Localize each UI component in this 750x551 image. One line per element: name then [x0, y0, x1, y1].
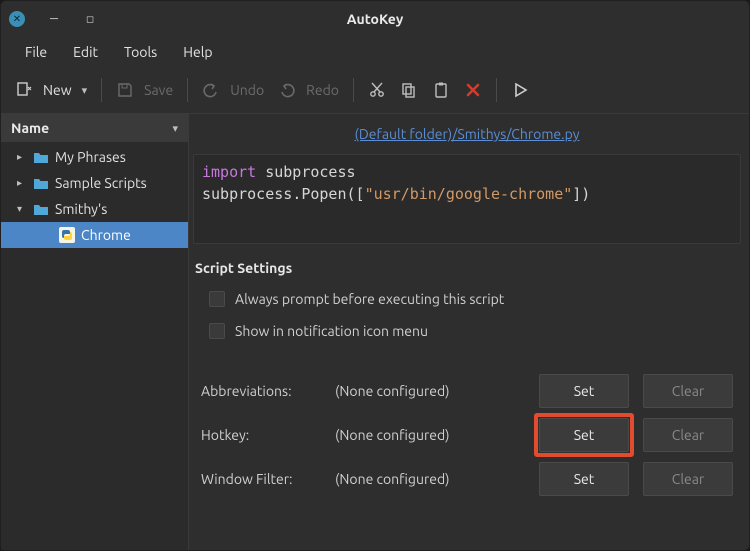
breadcrumb: (Default folder)/Smithys/Chrome.py	[193, 122, 741, 148]
disclosure-icon: ▸	[17, 151, 27, 163]
chevron-down-icon: ▾	[82, 84, 88, 97]
save-label: Save	[144, 82, 173, 98]
tree-label: Chrome	[81, 227, 131, 243]
save-icon	[116, 81, 134, 99]
menu-file[interactable]: File	[15, 40, 57, 64]
paste-button[interactable]	[432, 81, 450, 99]
sidebar: Name ▾ ▸ My Phrases ▸ Sample Scripts	[1, 114, 189, 550]
close-icon[interactable]: ✕	[9, 11, 25, 27]
undo-label: Undo	[230, 82, 264, 98]
menu-tools[interactable]: Tools	[114, 40, 167, 64]
maximize-icon[interactable]: ▫	[83, 12, 97, 26]
titlebar: ✕ ─ ▫ AutoKey	[1, 1, 749, 37]
code-editor[interactable]: import subprocess subprocess.Popen(["usr…	[193, 154, 741, 244]
new-label: New	[43, 82, 72, 98]
tree-item-chrome[interactable]: Chrome	[1, 222, 188, 248]
cut-icon	[368, 81, 386, 99]
code-str: "usr/bin/google-chrome"	[365, 185, 573, 203]
delete-button[interactable]	[464, 81, 482, 99]
undo-icon	[202, 81, 220, 99]
code-text: subprocess	[256, 163, 355, 181]
winfilter-label: Window Filter:	[201, 471, 321, 487]
new-button[interactable]: New ▾	[15, 81, 87, 99]
separator	[101, 78, 102, 102]
show-in-tray-checkbox[interactable]: Show in notification icon menu	[193, 318, 741, 344]
content-pane: (Default folder)/Smithys/Chrome.py impor…	[189, 114, 749, 550]
hotkey-set-button[interactable]: Set	[539, 418, 629, 452]
checkbox-label: Show in notification icon menu	[235, 323, 428, 339]
code-kw: import	[202, 163, 256, 181]
abbrev-label: Abbreviations:	[201, 383, 321, 399]
tree-label: My Phrases	[55, 149, 126, 165]
breadcrumb-link[interactable]: (Default folder)/Smithys/Chrome.py	[355, 126, 580, 142]
winfilter-set-button[interactable]: Set	[539, 462, 629, 496]
checkbox-label: Always prompt before executing this scri…	[235, 291, 504, 307]
tree-item-sample-scripts[interactable]: ▸ Sample Scripts	[1, 170, 188, 196]
hotkey-clear-button[interactable]: Clear	[643, 418, 733, 452]
chevron-down-icon: ▾	[172, 122, 178, 135]
tree-item-my-phrases[interactable]: ▸ My Phrases	[1, 144, 188, 170]
code-text: .Popen([	[292, 185, 364, 203]
delete-icon	[464, 81, 482, 99]
folder-icon	[33, 176, 49, 190]
folder-icon	[33, 150, 49, 164]
disclosure-icon: ▸	[17, 177, 27, 189]
new-doc-icon	[15, 81, 33, 99]
tree-item-smithys[interactable]: ▾ Smithy's	[1, 196, 188, 222]
sidebar-header-label: Name	[11, 120, 49, 136]
winfilter-clear-button[interactable]: Clear	[643, 462, 733, 496]
tree-label: Sample Scripts	[55, 175, 147, 191]
menu-edit[interactable]: Edit	[63, 40, 108, 64]
winfilter-value: (None configured)	[335, 471, 525, 487]
separator	[496, 78, 497, 102]
minimize-icon[interactable]: ─	[47, 12, 61, 26]
app-window: ✕ ─ ▫ AutoKey File Edit Tools Help New ▾…	[0, 0, 750, 551]
settings-grid: Abbreviations: (None configured) Set Cle…	[193, 350, 741, 496]
cut-button[interactable]	[368, 81, 386, 99]
code-text: ])	[572, 185, 590, 203]
copy-icon	[400, 81, 418, 99]
abbrev-set-button[interactable]: Set	[539, 374, 629, 408]
menubar: File Edit Tools Help	[1, 37, 749, 67]
menu-help[interactable]: Help	[173, 40, 222, 64]
checkbox-icon	[209, 323, 225, 339]
redo-label: Redo	[306, 82, 339, 98]
copy-button[interactable]	[400, 81, 418, 99]
window-title: AutoKey	[1, 11, 749, 27]
run-button[interactable]	[511, 81, 529, 99]
toolbar: New ▾ Save Undo Redo	[1, 67, 749, 113]
separator	[187, 78, 188, 102]
checkbox-icon	[209, 291, 225, 307]
window-controls: ✕ ─ ▫	[9, 11, 97, 27]
tree: ▸ My Phrases ▸ Sample Scripts ▾	[1, 142, 188, 250]
abbrev-value: (None configured)	[335, 383, 525, 399]
hotkey-value: (None configured)	[335, 427, 525, 443]
save-button[interactable]: Save	[116, 81, 173, 99]
redo-icon	[278, 81, 296, 99]
sidebar-header[interactable]: Name ▾	[1, 114, 188, 142]
paste-icon	[432, 81, 450, 99]
separator	[353, 78, 354, 102]
redo-button[interactable]: Redo	[278, 81, 339, 99]
tree-label: Smithy's	[55, 201, 107, 217]
main-split: Name ▾ ▸ My Phrases ▸ Sample Scripts	[1, 113, 749, 550]
abbrev-clear-button[interactable]: Clear	[643, 374, 733, 408]
settings-title: Script Settings	[193, 250, 741, 280]
code-text: subprocess	[202, 185, 292, 203]
hotkey-label: Hotkey:	[201, 427, 321, 443]
always-prompt-checkbox[interactable]: Always prompt before executing this scri…	[193, 286, 741, 312]
undo-button[interactable]: Undo	[202, 81, 264, 99]
disclosure-icon: ▾	[17, 203, 27, 215]
python-file-icon	[59, 227, 75, 243]
play-icon	[511, 81, 529, 99]
folder-icon	[33, 202, 49, 216]
